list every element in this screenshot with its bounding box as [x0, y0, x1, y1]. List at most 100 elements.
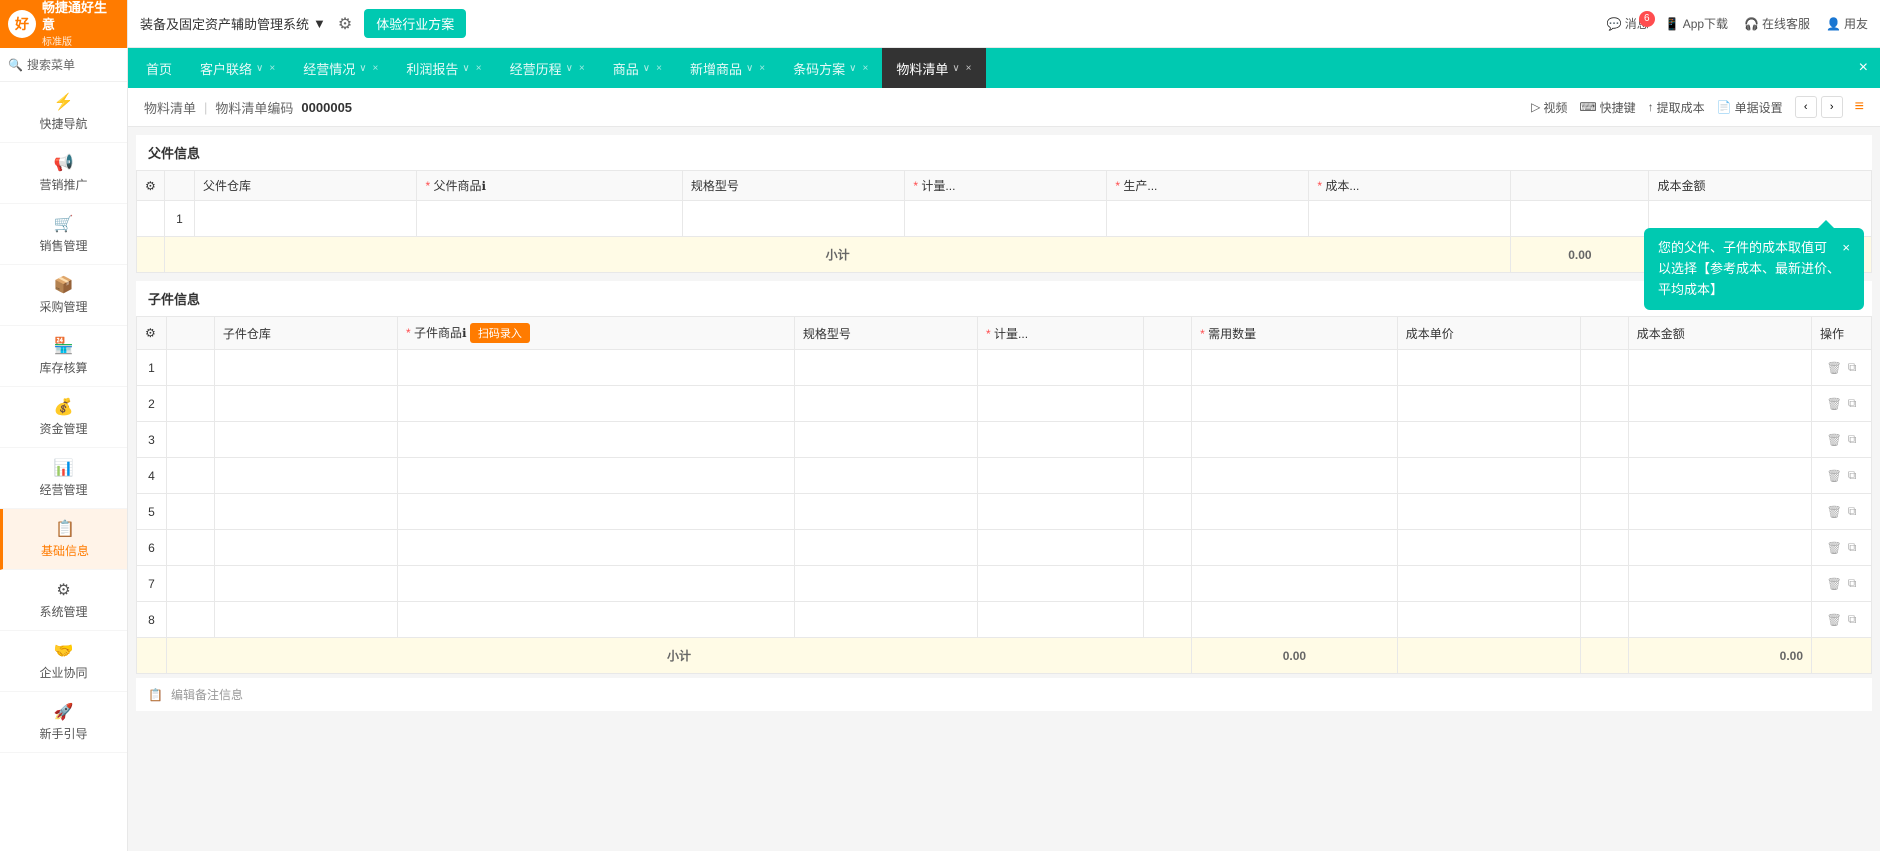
child-row1-c8[interactable]: [1397, 350, 1580, 386]
single-settings-button[interactable]: 📄 单据设置: [1717, 99, 1783, 116]
child-row2-c5[interactable]: [978, 386, 1144, 422]
tab-customer[interactable]: 客户联络 ∨ ×: [186, 48, 289, 88]
child-row8-c2[interactable]: [214, 602, 397, 638]
child-row7-c8[interactable]: [1397, 566, 1580, 602]
sidebar-item-yingxiao[interactable]: 📢 营销推广: [0, 143, 127, 204]
delete-icon-6[interactable]: 🗑: [1827, 541, 1842, 555]
child-row2-c6[interactable]: [1144, 386, 1192, 422]
settings-icon[interactable]: ⚙: [334, 10, 356, 38]
child-row6-c8[interactable]: [1397, 530, 1580, 566]
parent-row1-product[interactable]: [417, 201, 682, 237]
child-row7-c10[interactable]: [1628, 566, 1811, 602]
child-row8-c8[interactable]: [1397, 602, 1580, 638]
copy-icon-5[interactable]: ⧉: [1848, 504, 1857, 519]
child-row4-c10[interactable]: [1628, 458, 1811, 494]
parent-row1-produce[interactable]: [1107, 201, 1309, 237]
child-row6-c10[interactable]: [1628, 530, 1811, 566]
child-row1-c9[interactable]: [1580, 350, 1628, 386]
child-row7-c6[interactable]: [1144, 566, 1192, 602]
child-row2-c10[interactable]: [1628, 386, 1811, 422]
child-row4-c2[interactable]: [214, 458, 397, 494]
tab-products[interactable]: 商品 ∨ ×: [599, 48, 676, 88]
tab-close-6[interactable]: ×: [759, 63, 765, 74]
system-selector[interactable]: 装备及固定资产辅助管理系统 ▼: [140, 14, 326, 33]
child-row3-c1[interactable]: [167, 422, 215, 458]
child-row4-c9[interactable]: [1580, 458, 1628, 494]
child-row5-c6[interactable]: [1144, 494, 1192, 530]
extract-cost-button[interactable]: ↑ 提取成本: [1648, 99, 1705, 116]
shortcut-button[interactable]: ⌨ 快捷键: [1579, 99, 1635, 116]
child-row5-c10[interactable]: [1628, 494, 1811, 530]
child-row5-c9[interactable]: [1580, 494, 1628, 530]
child-row1-c1[interactable]: [167, 350, 215, 386]
child-row3-c2[interactable]: [214, 422, 397, 458]
child-row3-c6[interactable]: [1144, 422, 1192, 458]
child-row1-c2[interactable]: [214, 350, 397, 386]
sidebar-item-qiye[interactable]: 🤝 企业协同: [0, 631, 127, 692]
tab-close-1[interactable]: ×: [269, 63, 275, 74]
child-col-settings[interactable]: ⚙: [137, 317, 167, 350]
parent-row1-spec[interactable]: [682, 201, 904, 237]
sidebar-item-jichu[interactable]: 📋 基础信息: [0, 509, 127, 570]
child-row8-c6[interactable]: [1144, 602, 1192, 638]
child-row2-c4[interactable]: [794, 386, 977, 422]
sidebar-item-kuaijie[interactable]: ⚡ 快捷导航: [0, 82, 127, 143]
child-row2-c7[interactable]: [1192, 386, 1398, 422]
tab-close-8[interactable]: ×: [966, 63, 972, 74]
breadcrumb-bom[interactable]: 物料清单: [144, 98, 196, 117]
child-row3-c9[interactable]: [1580, 422, 1628, 458]
tooltip-close-button[interactable]: ×: [1842, 238, 1850, 259]
sidebar-search[interactable]: 🔍 搜索菜单: [0, 48, 127, 82]
child-row4-c4[interactable]: [794, 458, 977, 494]
child-row7-c1[interactable]: [167, 566, 215, 602]
sidebar-item-xiaoshou[interactable]: 🛒 销售管理: [0, 204, 127, 265]
child-row4-c5[interactable]: [978, 458, 1144, 494]
child-row3-c7[interactable]: [1192, 422, 1398, 458]
child-row3-c4[interactable]: [794, 422, 977, 458]
child-row2-c3[interactable]: [398, 386, 795, 422]
view-button[interactable]: ▷ 视频: [1531, 99, 1567, 116]
child-row3-c8[interactable]: [1397, 422, 1580, 458]
tab-home[interactable]: 首页: [132, 48, 186, 88]
child-row8-c1[interactable]: [167, 602, 215, 638]
parent-row1-qty[interactable]: [905, 201, 1107, 237]
sidebar-item-xinshou[interactable]: 🚀 新手引导: [0, 692, 127, 753]
parent-row1-cost[interactable]: [1309, 201, 1511, 237]
child-row8-c10[interactable]: [1628, 602, 1811, 638]
child-row6-c7[interactable]: [1192, 530, 1398, 566]
tab-bom[interactable]: 物料清单 ∨ ×: [882, 48, 985, 88]
service-button[interactable]: 🎧 在线客服: [1744, 15, 1810, 32]
sidebar-item-xitong[interactable]: ⚙ 系统管理: [0, 570, 127, 631]
copy-icon-4[interactable]: ⧉: [1848, 468, 1857, 483]
child-row2-c8[interactable]: [1397, 386, 1580, 422]
copy-icon-1[interactable]: ⧉: [1848, 360, 1857, 375]
child-row3-c5[interactable]: [978, 422, 1144, 458]
child-row2-c1[interactable]: [167, 386, 215, 422]
delete-icon-3[interactable]: 🗑: [1827, 433, 1842, 447]
child-row7-c4[interactable]: [794, 566, 977, 602]
child-row3-c10[interactable]: [1628, 422, 1811, 458]
delete-icon-4[interactable]: 🗑: [1827, 469, 1842, 483]
sidebar-item-zijin[interactable]: 💰 资金管理: [0, 387, 127, 448]
copy-icon-2[interactable]: ⧉: [1848, 396, 1857, 411]
delete-icon-7[interactable]: 🗑: [1827, 577, 1842, 591]
close-all-tabs[interactable]: ×: [1851, 59, 1876, 77]
child-row4-c3[interactable]: [398, 458, 795, 494]
tab-close-2[interactable]: ×: [373, 63, 379, 74]
child-row1-c7[interactable]: [1192, 350, 1398, 386]
child-row7-c7[interactable]: [1192, 566, 1398, 602]
child-row7-c3[interactable]: [398, 566, 795, 602]
child-row7-c5[interactable]: [978, 566, 1144, 602]
child-row1-c5[interactable]: [978, 350, 1144, 386]
child-row1-c6[interactable]: [1144, 350, 1192, 386]
copy-icon-6[interactable]: ⧉: [1848, 540, 1857, 555]
child-row8-c4[interactable]: [794, 602, 977, 638]
remarks-text[interactable]: 编辑备注信息: [171, 686, 243, 703]
trial-button[interactable]: 体验行业方案: [364, 9, 466, 38]
tab-barcode[interactable]: 条码方案 ∨ ×: [779, 48, 882, 88]
delete-icon-8[interactable]: 🗑: [1827, 613, 1842, 627]
child-row8-c7[interactable]: [1192, 602, 1398, 638]
scan-input-button[interactable]: 扫码录入: [470, 323, 530, 343]
child-row4-c7[interactable]: [1192, 458, 1398, 494]
delete-icon-2[interactable]: 🗑: [1827, 397, 1842, 411]
